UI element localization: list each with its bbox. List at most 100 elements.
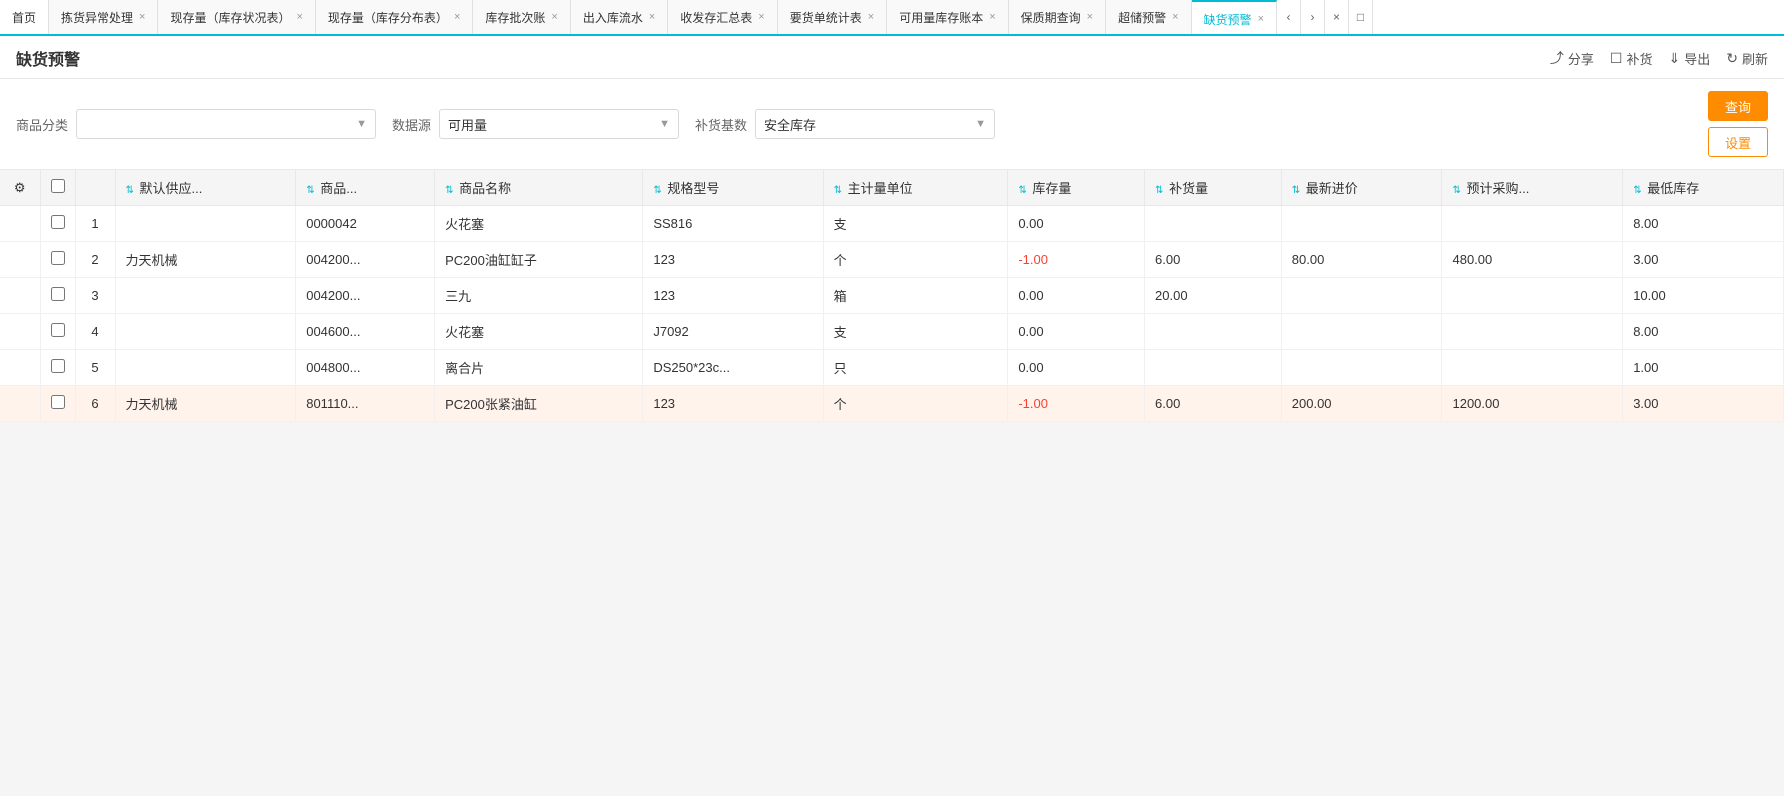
row-supplier: 力天机械: [115, 386, 296, 422]
replenish-action[interactable]: ☐ 补货: [1610, 49, 1653, 68]
tab-close-expiry-query[interactable]: ×: [1087, 11, 1093, 23]
tab-overstock[interactable]: 超储预警 ×: [1106, 0, 1191, 35]
table-row: 6 力天机械 801110... PC200张紧油缸 123 个 -1.00 6…: [0, 386, 1784, 422]
row-gear-cell: [0, 278, 40, 314]
col-supplier[interactable]: ⇅ 默认供应...: [115, 170, 296, 206]
row-checkbox[interactable]: [51, 215, 65, 229]
datasource-value: 可用量: [448, 115, 487, 134]
category-arrow-icon: ▼: [356, 118, 367, 130]
row-checkbox-cell[interactable]: [40, 206, 75, 242]
table-row: 4 004600... 火花塞 J7092 支 0.00 8.00: [0, 314, 1784, 350]
category-filter-group: 商品分类 ▼: [16, 109, 376, 139]
replenish-label: 补货: [1626, 49, 1652, 68]
row-est-purchase: [1442, 350, 1623, 386]
row-min-stock: 3.00: [1623, 386, 1784, 422]
tab-inout-flow[interactable]: 出入库流水 ×: [571, 0, 668, 35]
tab-close-inventory-status[interactable]: ×: [296, 11, 302, 23]
row-spec: 123: [643, 242, 823, 278]
code-sort-icon: ⇅: [306, 185, 314, 196]
tab-close-overstock[interactable]: ×: [1172, 11, 1178, 23]
category-select[interactable]: ▼: [76, 109, 376, 139]
row-checkbox-cell[interactable]: [40, 314, 75, 350]
tab-close-batch-account[interactable]: ×: [551, 11, 557, 23]
tab-abnormal[interactable]: 拣货异常处理 ×: [49, 0, 158, 35]
tab-shortage[interactable]: 缺货预警 ×: [1192, 0, 1277, 36]
header-actions: ⤴ 分享 ☐ 补货 ⇓ 导出 ↻ 刷新: [1550, 48, 1768, 68]
row-replenish: 20.00: [1145, 278, 1282, 314]
row-checkbox-cell[interactable]: [40, 278, 75, 314]
tab-close-available-ledger[interactable]: ×: [989, 11, 995, 23]
col-latest-price[interactable]: ⇅ 最新进价: [1281, 170, 1442, 206]
row-replenish: [1145, 314, 1282, 350]
replenish-base-select[interactable]: 安全库存 ▼: [755, 109, 995, 139]
col-spec[interactable]: ⇅ 规格型号: [643, 170, 823, 206]
stock-sort-icon: ⇅: [1018, 185, 1026, 196]
name-sort-icon: ⇅: [445, 185, 453, 196]
refresh-action[interactable]: ↻ 刷新: [1726, 49, 1768, 68]
tab-close-inventory-dist[interactable]: ×: [454, 11, 460, 23]
col-code[interactable]: ⇅ 商品...: [296, 170, 435, 206]
row-product-name: PC200张紧油缸: [435, 386, 643, 422]
tab-next-btn[interactable]: ›: [1301, 0, 1325, 35]
select-all-checkbox[interactable]: [51, 179, 65, 193]
replenish-sort-icon: ⇅: [1155, 185, 1163, 196]
tab-batch-account[interactable]: 库存批次账 ×: [473, 0, 570, 35]
row-latest-price: [1281, 278, 1442, 314]
export-action[interactable]: ⇓ 导出: [1669, 49, 1711, 68]
col-stock[interactable]: ⇅ 库存量: [1008, 170, 1145, 206]
row-min-stock: 10.00: [1623, 278, 1784, 314]
tab-close-all-btn[interactable]: ×: [1325, 0, 1349, 35]
row-checkbox[interactable]: [51, 287, 65, 301]
row-supplier: [115, 206, 296, 242]
replenish-base-label: 补货基数: [695, 115, 747, 134]
row-est-purchase: 480.00: [1442, 242, 1623, 278]
tab-order-stats[interactable]: 要货单统计表 ×: [778, 0, 887, 35]
row-checkbox[interactable]: [51, 359, 65, 373]
row-index: 2: [75, 242, 115, 278]
row-checkbox-cell[interactable]: [40, 386, 75, 422]
row-product-name: PC200油缸缸子: [435, 242, 643, 278]
row-spec: DS250*23c...: [643, 350, 823, 386]
share-icon: ⤴: [1550, 48, 1564, 68]
col-min-stock[interactable]: ⇅ 最低库存: [1623, 170, 1784, 206]
query-button[interactable]: 查询: [1708, 91, 1768, 121]
row-index: 4: [75, 314, 115, 350]
row-spec: 123: [643, 386, 823, 422]
col-est-purchase[interactable]: ⇅ 预计采购...: [1442, 170, 1623, 206]
tab-available-ledger[interactable]: 可用量库存账本 ×: [887, 0, 1008, 35]
col-settings[interactable]: ⚙: [0, 170, 40, 206]
min-stock-sort-icon: ⇅: [1633, 185, 1641, 196]
share-action[interactable]: ⤴ 分享: [1550, 48, 1594, 68]
tab-maximize-btn[interactable]: □: [1349, 0, 1373, 35]
row-checkbox[interactable]: [51, 323, 65, 337]
tab-prev-btn[interactable]: ‹: [1277, 0, 1301, 35]
tab-home[interactable]: 首页: [0, 0, 49, 35]
row-checkbox[interactable]: [51, 395, 65, 409]
row-gear-cell: [0, 314, 40, 350]
row-checkbox-cell[interactable]: [40, 350, 75, 386]
tab-close-order-stats[interactable]: ×: [868, 11, 874, 23]
row-index: 3: [75, 278, 115, 314]
row-replenish: [1145, 350, 1282, 386]
datasource-arrow-icon: ▼: [659, 118, 670, 130]
tab-inventory-dist[interactable]: 现存量（库存分布表） ×: [316, 0, 473, 35]
col-replenish[interactable]: ⇅ 补货量: [1145, 170, 1282, 206]
tab-close-receive-summary[interactable]: ×: [758, 11, 764, 23]
row-checkbox[interactable]: [51, 251, 65, 265]
settings-button[interactable]: 设置: [1708, 127, 1768, 157]
col-select-all[interactable]: [40, 170, 75, 206]
row-unit: 支: [823, 206, 1008, 242]
tab-close-abnormal[interactable]: ×: [139, 11, 145, 23]
tab-inventory-status[interactable]: 现存量（库存状况表） ×: [158, 0, 315, 35]
datasource-select[interactable]: 可用量 ▼: [439, 109, 679, 139]
row-product-name: 火花塞: [435, 206, 643, 242]
row-latest-price: 80.00: [1281, 242, 1442, 278]
tab-close-shortage[interactable]: ×: [1258, 13, 1264, 25]
row-checkbox-cell[interactable]: [40, 242, 75, 278]
col-name[interactable]: ⇅ 商品名称: [435, 170, 643, 206]
tab-expiry-query[interactable]: 保质期查询 ×: [1009, 0, 1106, 35]
tab-close-inout-flow[interactable]: ×: [649, 11, 655, 23]
row-code: 801110...: [296, 386, 435, 422]
tab-receive-summary[interactable]: 收发存汇总表 ×: [668, 0, 777, 35]
col-unit[interactable]: ⇅ 主计量单位: [823, 170, 1008, 206]
